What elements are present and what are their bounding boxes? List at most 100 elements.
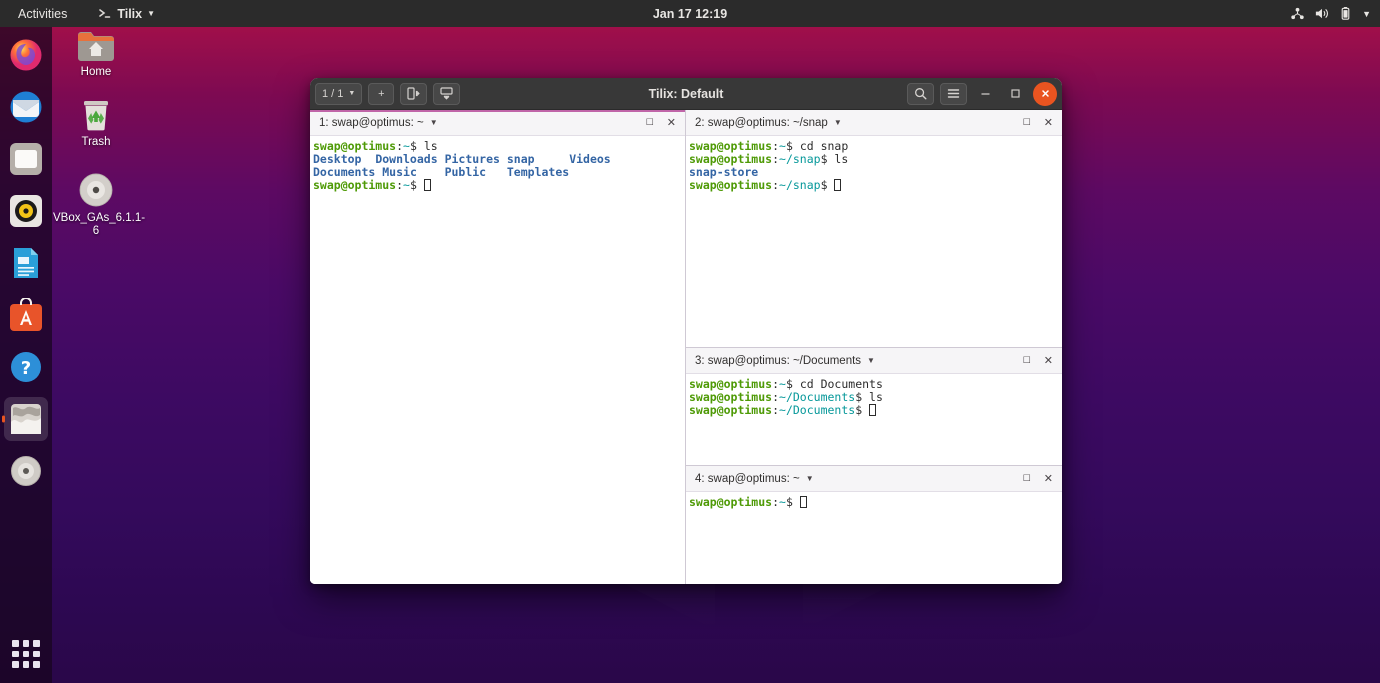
minimize-button[interactable] (973, 82, 997, 106)
pane-title: 3: swap@optimus: ~/Documents (695, 354, 862, 367)
dock-item-tilix[interactable] (4, 397, 48, 441)
tilix-title-bar: 1 / 1 ▼ + Tilix: Default (310, 78, 1062, 110)
grid-dot (12, 640, 19, 647)
tilix-icon (11, 404, 41, 434)
close-icon[interactable]: ✕ (1044, 354, 1053, 367)
add-terminal-down-icon (440, 87, 453, 100)
close-icon[interactable]: ✕ (667, 116, 676, 129)
grid-dot (22, 640, 30, 647)
grid-dot (33, 661, 40, 668)
desktop-icon-home[interactable]: Home (53, 30, 139, 79)
chevron-down-icon: ▼ (147, 9, 156, 18)
terminal-line: swap@optimus:~/snap$ (689, 179, 1059, 192)
pane-title: 1: swap@optimus: ~ (319, 116, 424, 129)
terminal-pane-4[interactable]: 4: swap@optimus: ~ ▼ ☐ ✕ swap@optimus:~$ (686, 465, 1062, 584)
pane-controls: ☐ ✕ (646, 116, 676, 129)
app-menu-button[interactable]: Tilix ▼ (98, 7, 155, 21)
terminal-pane-1[interactable]: 1: swap@optimus: ~ ▼ ☐ ✕ swap@optimus:~$… (310, 110, 685, 584)
pane-title-group[interactable]: 3: swap@optimus: ~/Documents ▼ (695, 355, 875, 367)
directory-entry: Videos (569, 152, 632, 166)
clock: Jan 17 12:19 (652, 6, 728, 21)
firefox-icon (10, 39, 42, 71)
maximize-icon[interactable]: ☐ (1023, 117, 1031, 128)
volume-icon (1315, 8, 1328, 19)
terminal-cursor (834, 179, 842, 191)
hamburger-menu-icon (947, 89, 960, 98)
search-button[interactable] (907, 82, 934, 105)
directory-entry: Public (444, 165, 507, 179)
pane-header: 3: swap@optimus: ~/Documents ▼ ☐ ✕ (686, 348, 1062, 374)
grid-dot (33, 640, 40, 647)
activities-button[interactable]: Activities (10, 5, 75, 23)
desktop-icon-label: Home (80, 66, 112, 78)
chevron-down-icon[interactable]: ▼ (430, 118, 438, 127)
grid-dot (22, 650, 30, 658)
help-icon: ? (11, 352, 41, 382)
pane-title-group[interactable]: 1: swap@optimus: ~ ▼ (319, 117, 438, 129)
chevron-down-icon[interactable]: ▼ (834, 118, 842, 127)
chevron-down-icon: ▼ (348, 90, 356, 97)
close-icon[interactable]: ✕ (1044, 472, 1053, 485)
maximize-icon[interactable]: ☐ (1023, 473, 1031, 484)
pane-header: 2: swap@optimus: ~/snap ▼ ☐ ✕ (686, 110, 1062, 136)
dock-item-firefox[interactable] (4, 33, 48, 77)
pane-header: 4: swap@optimus: ~ ▼ ☐ ✕ (686, 466, 1062, 492)
dock-item-rhythmbox[interactable] (4, 189, 48, 233)
terminal-cursor (423, 179, 431, 191)
session-selector-button[interactable]: 1 / 1 ▼ (315, 82, 363, 105)
terminal-output-3[interactable]: swap@optimus:~$ cd Documents swap@optimus… (686, 374, 1062, 465)
add-terminal-down-button[interactable] (433, 82, 461, 105)
tilix-icon (99, 8, 111, 18)
thunderbird-icon (10, 91, 42, 123)
system-tray[interactable]: ▼ (1290, 6, 1371, 21)
files-icon (10, 143, 42, 175)
maximize-button[interactable] (1003, 82, 1027, 106)
ubuntu-software-icon (10, 298, 42, 331)
terminal-pane-2[interactable]: 2: swap@optimus: ~/snap ▼ ☐ ✕ swap@optim… (686, 110, 1062, 347)
battery-icon (1341, 6, 1350, 20)
dock-item-files[interactable] (4, 137, 48, 181)
pane-header: 1: swap@optimus: ~ ▼ ☐ ✕ (310, 110, 685, 136)
network-icon (1291, 7, 1304, 20)
dock-item-ubuntu-software[interactable] (4, 293, 48, 337)
terminal-line: swap@optimus:~/Documents$ (689, 404, 1059, 417)
dock-item-libreoffice-writer[interactable] (4, 241, 48, 285)
terminal-line: swap@optimus:~$ (313, 179, 682, 192)
menu-button[interactable] (940, 82, 967, 105)
dock-item-thunderbird[interactable] (4, 85, 48, 129)
desktop-icon-label: VBox_GAs_6.1.1-6 (53, 212, 146, 237)
close-button[interactable] (1033, 81, 1057, 106)
terminal-cursor (799, 496, 807, 508)
rhythmbox-icon (10, 195, 42, 227)
pane-title: 4: swap@optimus: ~ (695, 472, 800, 485)
new-session-button[interactable]: + (368, 82, 395, 105)
maximize-icon[interactable]: ☐ (1023, 355, 1031, 366)
chevron-down-icon[interactable]: ▼ (867, 356, 875, 365)
add-terminal-right-button[interactable] (400, 82, 428, 105)
dock-item-help[interactable]: ? (4, 345, 48, 389)
pane-column-right: 2: swap@optimus: ~/snap ▼ ☐ ✕ swap@optim… (686, 110, 1062, 584)
app-menu-label: Tilix (117, 6, 143, 21)
directory-entry: Templates (506, 165, 577, 179)
close-icon[interactable]: ✕ (1044, 116, 1053, 129)
trash-icon (84, 101, 108, 131)
add-terminal-right-icon (407, 87, 421, 100)
terminal-output-2[interactable]: swap@optimus:~$ cd snap swap@optimus:~/sn… (686, 136, 1062, 347)
chevron-down-icon[interactable]: ▼ (806, 474, 814, 483)
desktop-icon-label: Trash (81, 136, 111, 148)
desktop-icon-vbox-guest-additions[interactable]: VBox_GAs_6.1.1-6 (53, 172, 145, 238)
gnome-top-bar: Activities Tilix ▼ Jan 17 12:19 ▼ (0, 0, 1380, 27)
dock-item-vbox-guest-additions[interactable] (4, 449, 48, 493)
show-applications-button[interactable] (9, 637, 43, 671)
terminal-pane-3[interactable]: 3: swap@optimus: ~/Documents ▼ ☐ ✕ swap@… (686, 347, 1062, 465)
pane-title-group[interactable]: 2: swap@optimus: ~/snap ▼ (695, 117, 842, 129)
pane-title-group[interactable]: 4: swap@optimus: ~ ▼ (695, 473, 814, 485)
chevron-down-icon[interactable]: ▼ (1362, 9, 1371, 19)
pane-controls: ☐ ✕ (1023, 354, 1053, 367)
desktop-icon-trash[interactable]: Trash (53, 98, 139, 149)
terminal-output-4[interactable]: swap@optimus:~$ (686, 492, 1062, 584)
terminal-output-1[interactable]: swap@optimus:~$ ls Desktop Downloads Pict… (310, 136, 685, 584)
libreoffice-writer-icon (14, 248, 38, 278)
terminal-pane-grid: 1: swap@optimus: ~ ▼ ☐ ✕ swap@optimus:~$… (310, 110, 1062, 584)
maximize-icon[interactable]: ☐ (646, 117, 654, 128)
